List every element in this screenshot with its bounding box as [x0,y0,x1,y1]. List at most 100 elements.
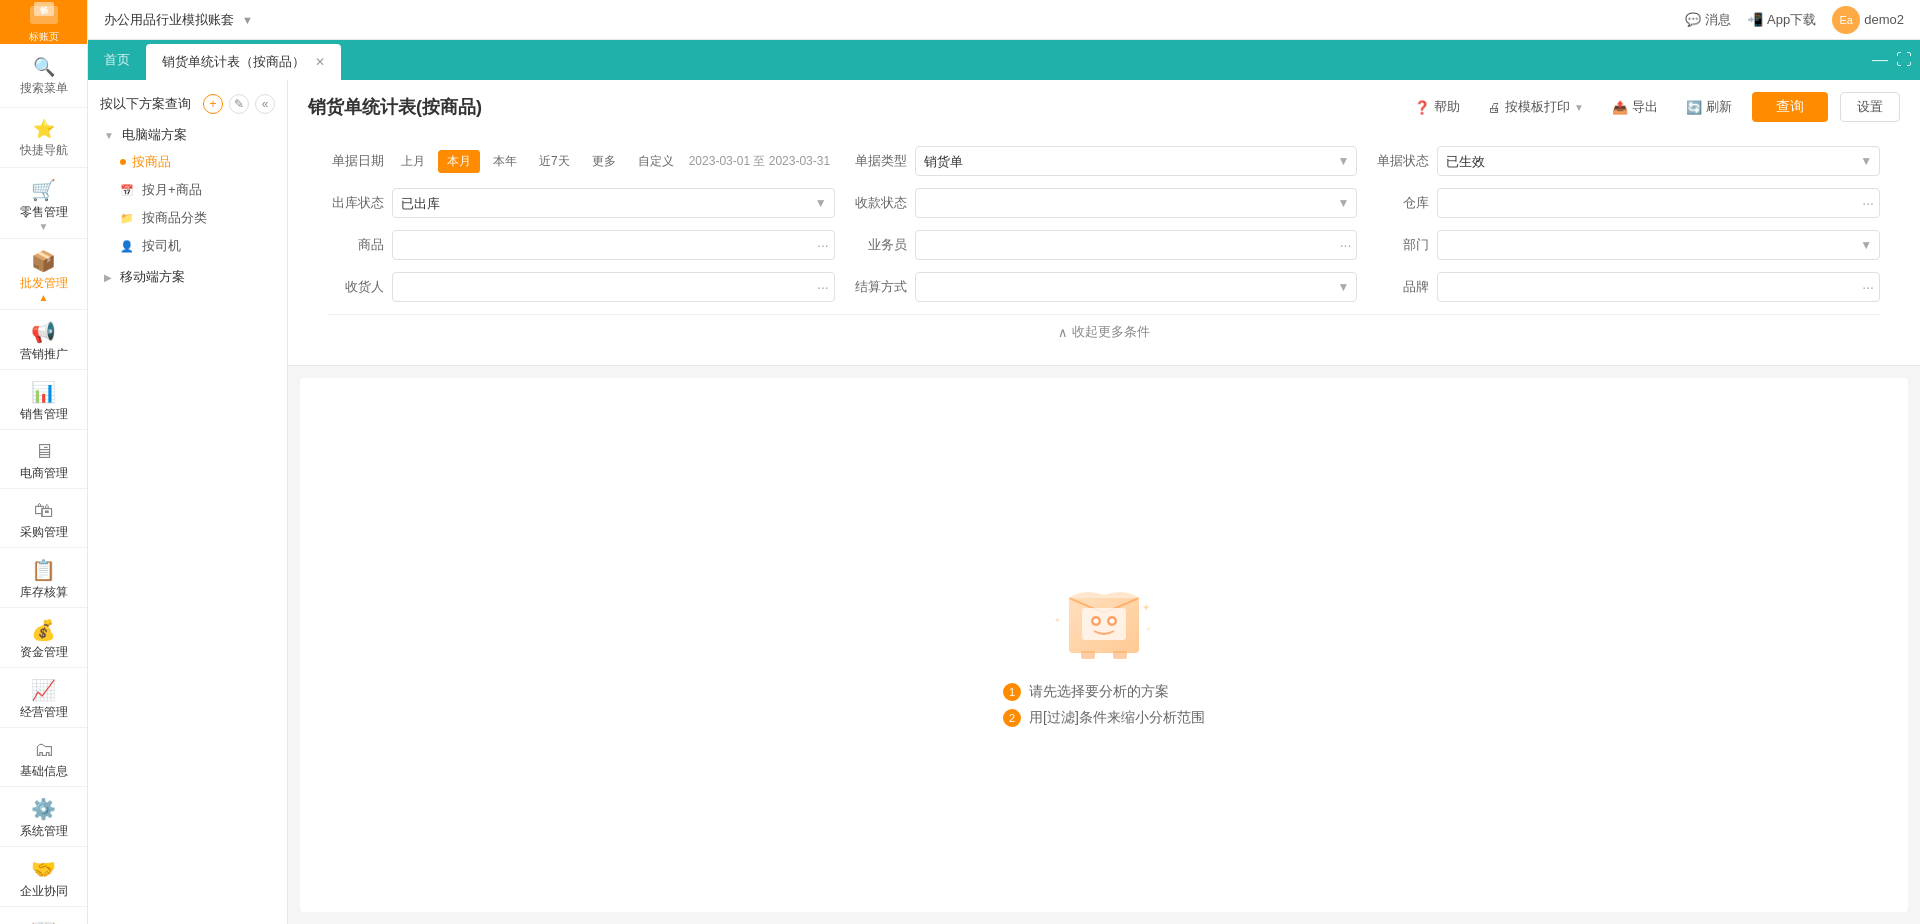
collapse-more-button[interactable]: ∧ 收起更多条件 [328,314,1880,353]
date-tab-last-7-days[interactable]: 近7天 [530,150,579,173]
doc-status-select[interactable]: 已生效 [1437,146,1880,176]
brand-label: 品牌 [1373,278,1429,296]
help-button[interactable]: ❓ 帮助 [1406,94,1468,120]
salesperson-label: 业务员 [851,236,907,254]
tree-by-cashier[interactable]: 👤 按司机 [88,232,287,260]
collapse-panel-button[interactable]: « [255,94,275,114]
tab-minimize-icon[interactable]: — [1872,51,1888,69]
query-button[interactable]: 查询 [1752,92,1828,122]
date-tab-custom[interactable]: 自定义 [629,150,683,173]
filter-doc-status: 单据状态 已生效 ▼ [1373,146,1880,176]
brand-control: ··· [1437,272,1880,302]
account-dropdown-icon[interactable]: ▼ [242,14,253,26]
refresh-icon: 🔄 [1686,100,1702,115]
recipient-control: ··· [392,272,835,302]
doc-type-select[interactable]: 销货单 [915,146,1358,176]
page-title: 销货单统计表(按商品) [308,95,482,119]
product-label: 商品 [328,236,384,254]
sidebar-item-system[interactable]: ⚙️ 系统管理 [0,787,88,847]
date-tab-last-month[interactable]: 上月 [392,150,434,173]
doc-type-label: 单据类型 [851,152,907,170]
app-download-button[interactable]: 📲 App下载 [1747,11,1816,29]
sidebar-item-newbie[interactable]: 📖 新手引导 [0,907,88,924]
sidebar-item-purchase[interactable]: 🛍 采购管理 [0,489,88,548]
tabbar-actions: — ⛶ [1872,51,1920,69]
department-select[interactable] [1437,230,1880,260]
product-dots-icon[interactable]: ··· [817,237,829,253]
doc-status-label: 单据状态 [1373,152,1429,170]
filter-salesperson: 业务员 ··· [851,230,1358,260]
account-title: 办公用品行业模拟账套 [104,11,234,29]
cooperation-icon: 🤝 [31,857,56,881]
salesperson-dots-icon[interactable]: ··· [1340,237,1352,253]
svg-point-7 [1094,619,1099,624]
salesperson-input[interactable] [915,230,1358,260]
empty-illustration: ✦ ✦ ✦ [1044,563,1164,663]
warehouse-dots-icon[interactable]: ··· [1862,195,1874,211]
settlement-select[interactable] [915,272,1358,302]
print-dropdown-icon[interactable]: ▼ [1574,102,1584,113]
sidebar-item-retail[interactable]: 🛒 零售管理 ▼ [0,168,88,239]
sidebar-item-inventory[interactable]: 📋 库存核算 [0,548,88,608]
tree-by-month-product[interactable]: 📅 按月+商品 [88,176,287,204]
brand-dots-icon[interactable]: ··· [1862,279,1874,295]
warehouse-control: ··· [1437,188,1880,218]
retail-arrow: ▼ [39,221,49,232]
purchase-icon: 🛍 [34,499,54,522]
sidebar-item-basics[interactable]: 🗂 基础信息 [0,728,88,787]
tree-pc-group[interactable]: ▼ 电脑端方案 [88,122,287,148]
date-tab-this-year[interactable]: 本年 [484,150,526,173]
add-scheme-button[interactable]: + [203,94,223,114]
sidebar-item-ecommerce[interactable]: 🖥 电商管理 [0,430,88,489]
sidebar-item-operations[interactable]: 📈 经营管理 [0,668,88,728]
sidebar-item-cooperation[interactable]: 🤝 企业协同 [0,847,88,907]
tab-fullscreen-icon[interactable]: ⛶ [1896,51,1912,69]
brand-input[interactable] [1437,272,1880,302]
export-icon: 📤 [1612,100,1628,115]
sidebar-item-sales[interactable]: 📊 销售管理 [0,370,88,430]
filter-panel: 按以下方案查询 + ✎ « ▼ 电脑端方案 按商品 📅 按月+商品 [88,80,288,924]
date-tab-more[interactable]: 更多 [583,150,625,173]
out-status-select[interactable]: 已出库 [392,188,835,218]
empty-state: ✦ ✦ ✦ 1 请先选择要分析的方案 2 用[过滤]条件来缩小分析范围 [300,378,1908,912]
help-icon: ❓ [1414,100,1430,115]
tree-by-product[interactable]: 按商品 [88,148,287,176]
refresh-button[interactable]: 🔄 刷新 [1678,94,1740,120]
system-icon: ⚙️ [31,797,56,821]
filter-warehouse: 仓库 ··· [1373,188,1880,218]
svg-rect-4 [1082,608,1126,640]
tree-by-category[interactable]: 📁 按商品分类 [88,204,287,232]
svg-text:✦: ✦ [1146,626,1151,632]
retail-icon: 🛒 [31,178,56,202]
recipient-input[interactable] [392,272,835,302]
filter-out-status: 出库状态 已出库 ▼ [328,188,835,218]
print-button[interactable]: 🖨 按模板打印 ▼ [1480,94,1592,120]
receipt-status-select[interactable] [915,188,1358,218]
export-button[interactable]: 📤 导出 [1604,94,1666,120]
sidebar-item-marketing[interactable]: 📢 营销推广 [0,310,88,370]
warehouse-input[interactable] [1437,188,1880,218]
edit-scheme-button[interactable]: ✎ [229,94,249,114]
tab-home[interactable]: 首页 [88,40,146,80]
tab-sales-stat[interactable]: 销货单统计表（按商品） ✕ [146,44,341,80]
filter-single-date: 单据日期 上月 本月 本年 近7天 更多 自定义 20 [328,150,835,173]
sidebar-item-wholesale[interactable]: 📦 批发管理 ▲ [0,239,88,310]
settlement-control: ▼ [915,272,1358,302]
tree-mobile-group[interactable]: ▶ 移动端方案 [88,264,287,290]
recipient-dots-icon[interactable]: ··· [817,279,829,295]
sidebar: 畅 标账页 🔍 搜索菜单 ⭐ 快捷导航 🛒 零售管理 ▼ 📦 批发管理 ▲ 📢 … [0,0,88,924]
tree-expand-icon: ▼ [104,130,114,141]
tab-close-icon[interactable]: ✕ [315,55,325,69]
settings-button[interactable]: 设置 [1840,92,1900,122]
search-menu-item[interactable]: 🔍 搜索菜单 [0,44,88,108]
quick-nav-item[interactable]: ⭐ 快捷导航 [0,108,88,168]
sidebar-item-finance[interactable]: 💰 资金管理 [0,608,88,668]
user-menu-button[interactable]: Ea demo2 [1832,6,1904,34]
filter-doc-type: 单据类型 销货单 ▼ [851,146,1358,176]
message-button[interactable]: 💬 消息 [1685,11,1731,29]
tabbar: 首页 销货单统计表（按商品） ✕ — ⛶ [88,40,1920,80]
active-dot-icon [120,159,126,165]
empty-tip-2: 2 用[过滤]条件来缩小分析范围 [1003,709,1205,727]
product-input[interactable] [392,230,835,260]
date-tab-this-month[interactable]: 本月 [438,150,480,173]
